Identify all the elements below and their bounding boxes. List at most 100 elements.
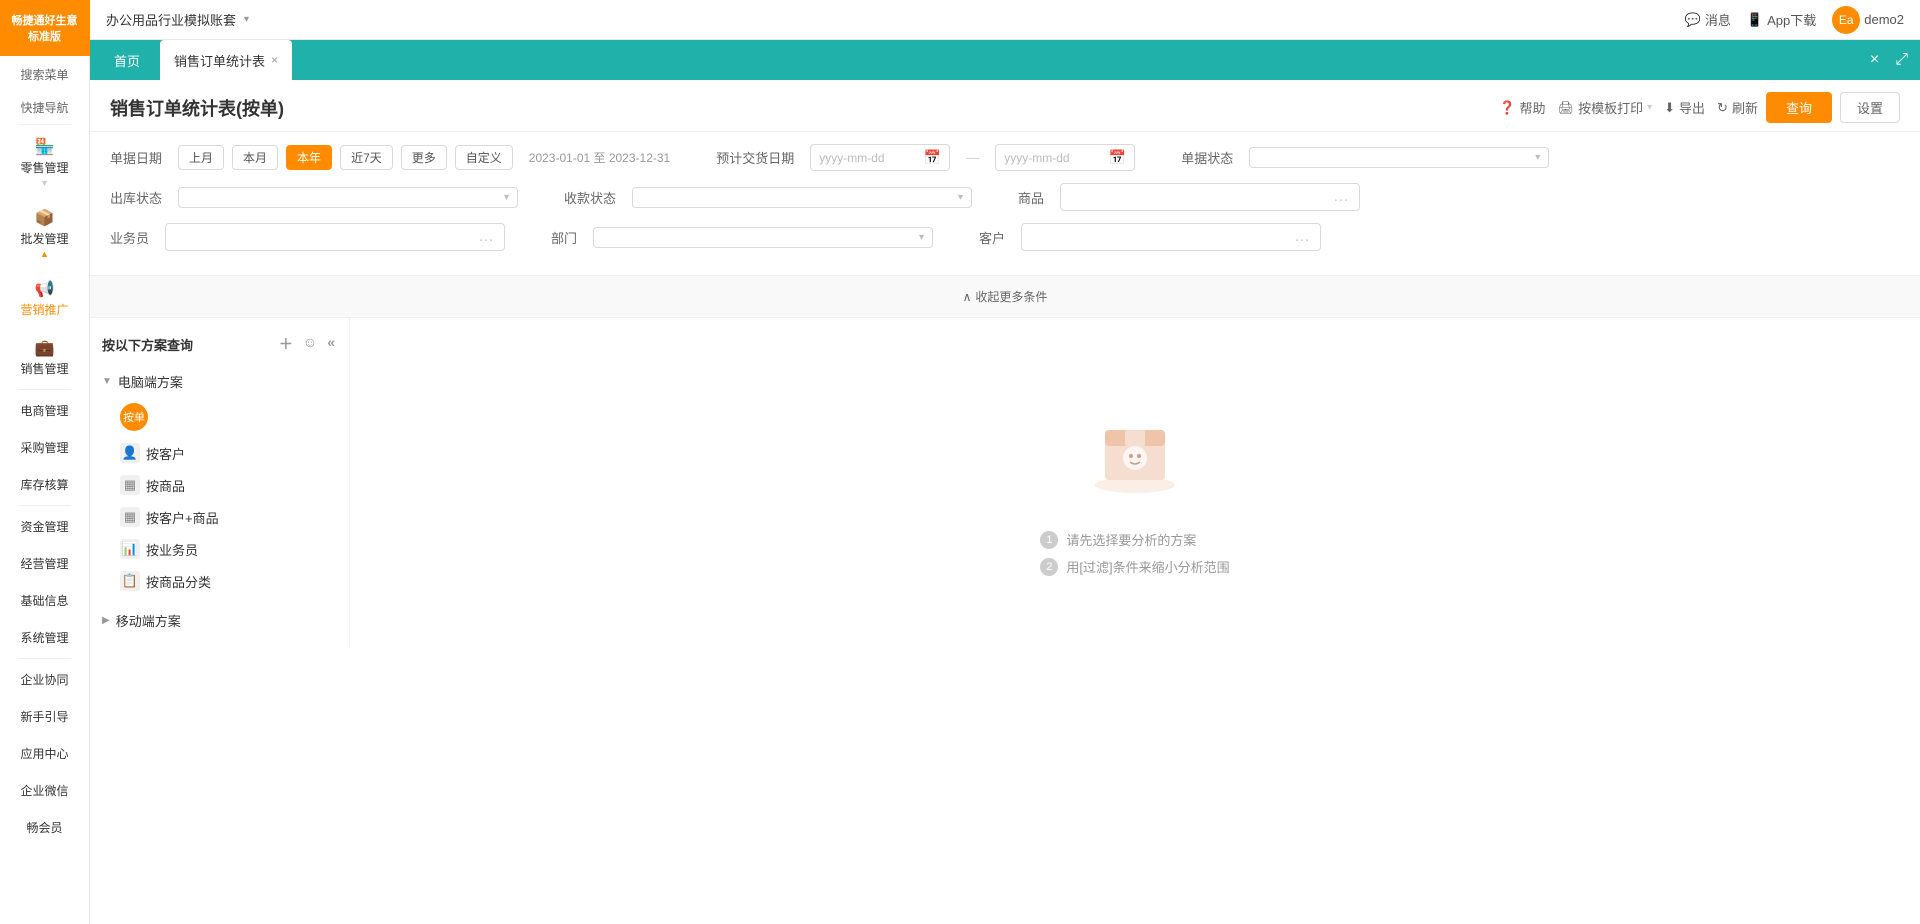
date-btn-7days[interactable]: 近7天 xyxy=(340,145,393,170)
expected-date-start[interactable]: yyyy-mm-dd 📅 xyxy=(810,144,950,171)
collect-status-select[interactable]: ▾ xyxy=(632,187,972,208)
sidebar-item-newuser[interactable]: 新手引导 xyxy=(0,698,89,735)
tab-sales-stat[interactable]: 销售订单统计表 × xyxy=(160,40,292,80)
content-area: 按以下方案查询 ＋ ☺ « ▼ 电脑端方案 xyxy=(90,318,1920,648)
sidebar-item-member-label: 畅会员 xyxy=(26,819,62,836)
sidebar-item-sales-label: 销售管理 xyxy=(20,360,68,377)
tree-child-by-goods-cat[interactable]: 📋 按商品分类 xyxy=(90,565,349,597)
tree-desktop-parent[interactable]: ▼ 电脑端方案 xyxy=(90,366,349,397)
help-action[interactable]: ❓ 帮助 xyxy=(1499,98,1545,117)
date-btn-custom[interactable]: 自定义 xyxy=(455,145,513,170)
retail-expand-icon: ▼ xyxy=(40,178,49,188)
sidebar-item-appcenter-label: 应用中心 xyxy=(20,745,68,762)
empty-state: 1 请先选择要分析的方案 2 用[过滤]条件来缩小分析范围 xyxy=(350,318,1920,648)
customer-dots-icon[interactable]: … xyxy=(1294,228,1310,246)
refresh-label: 刷新 xyxy=(1732,98,1758,117)
sidebar-item-purchase[interactable]: 采购管理 xyxy=(0,429,89,466)
wholesale-expand-icon: ▲ xyxy=(40,249,49,259)
goods-input[interactable]: … xyxy=(1060,183,1360,211)
topbar-dropdown-icon[interactable]: ▾ xyxy=(244,14,249,25)
divider4 xyxy=(18,658,71,659)
sidebar-item-ecommerce-label: 电商管理 xyxy=(20,402,68,419)
sidebar-item-member[interactable]: 畅会员 xyxy=(0,809,89,846)
sidebar-item-appcenter[interactable]: 应用中心 xyxy=(0,735,89,772)
tree-icon-salesman: 📊 xyxy=(120,539,140,559)
tree-desktop-label: 电脑端方案 xyxy=(118,372,183,391)
sidebar-item-basic[interactable]: 基础信息 xyxy=(0,582,89,619)
user-avatar: Ea xyxy=(1832,6,1860,34)
date-btn-last-month[interactable]: 上月 xyxy=(178,145,224,170)
collapse-button[interactable]: ∧ 收起更多条件 xyxy=(963,282,1048,311)
marketing-icon: 📢 xyxy=(35,279,55,299)
sidebar-item-ecommerce[interactable]: 电商管理 xyxy=(0,392,89,429)
sidebar-item-cooperation[interactable]: 企业协同 xyxy=(0,661,89,698)
collapse-label: 收起更多条件 xyxy=(975,288,1047,305)
ship-status-select[interactable]: ▾ xyxy=(178,187,518,208)
tree-icon-goods-cat: 📋 xyxy=(120,571,140,591)
query-button[interactable]: 查询 xyxy=(1766,92,1832,123)
customer-input[interactable]: … xyxy=(1021,223,1321,251)
tree-label-goods: 按商品 xyxy=(146,476,185,495)
sidebar-item-retail-label: 零售管理 xyxy=(20,159,68,176)
sidebar-item-finance-label: 资金管理 xyxy=(20,518,68,535)
setting-button[interactable]: 设置 xyxy=(1840,92,1900,123)
dept-select[interactable]: ▾ xyxy=(593,227,933,248)
tree-mobile-label: 移动端方案 xyxy=(116,611,181,630)
sidebar-item-basic-label: 基础信息 xyxy=(20,592,68,609)
page-header-actions: ❓ 帮助 🖨 按模板打印 ▾ ⬇ 导出 ↻ xyxy=(1499,98,1758,117)
help-icon: ❓ xyxy=(1499,100,1515,116)
sidebar-item-retail[interactable]: 🏪 零售管理 ▼ xyxy=(0,127,89,198)
add-scheme-icon[interactable]: ＋ xyxy=(277,332,295,356)
export-action[interactable]: ⬇ 导出 xyxy=(1664,98,1705,117)
print-dropdown-icon: ▾ xyxy=(1647,102,1652,113)
collect-status-label: 收款状态 xyxy=(564,188,616,207)
sidebar-item-marketing[interactable]: 📢 营销推广 xyxy=(0,269,89,328)
tab-maximize-btn[interactable]: ⤢ xyxy=(1891,47,1912,73)
sidebar-item-wholesale[interactable]: 📦 批发管理 ▲ xyxy=(0,198,89,269)
sidebar-item-finance[interactable]: 资金管理 xyxy=(0,508,89,545)
tree-child-by-customer-goods[interactable]: ▦ 按客户+商品 xyxy=(90,501,349,533)
tab-home[interactable]: 首页 xyxy=(98,40,156,80)
expected-date-label: 预计交货日期 xyxy=(716,148,794,167)
topbar-message[interactable]: 💬 消息 xyxy=(1685,10,1731,29)
tree-child-by-order[interactable]: 按单 xyxy=(90,397,349,437)
goods-dots-icon[interactable]: … xyxy=(1333,188,1349,206)
divider3 xyxy=(18,505,71,506)
tree-child-by-customer[interactable]: 👤 按客户 xyxy=(90,437,349,469)
tree-mobile-parent[interactable]: ▶ 移动端方案 xyxy=(90,605,349,636)
date-separator: — xyxy=(966,150,979,165)
date-filter-label: 单据日期 xyxy=(110,148,162,167)
tab-close-icon[interactable]: × xyxy=(271,53,278,67)
tree-label-customer: 按客户 xyxy=(146,444,185,463)
sidebar-item-system[interactable]: 系统管理 xyxy=(0,619,89,656)
manage-scheme-icon[interactable]: ☺ xyxy=(301,332,319,356)
date-btn-this-month[interactable]: 本月 xyxy=(232,145,278,170)
sidebar-search[interactable]: 搜索菜单 xyxy=(0,56,89,93)
topbar-appdownload[interactable]: 📱 App下载 xyxy=(1747,10,1816,29)
print-action[interactable]: 🖨 按模板打印 ▾ xyxy=(1558,98,1653,117)
export-icon: ⬇ xyxy=(1664,100,1675,116)
tree-label-salesman: 按业务员 xyxy=(146,540,198,559)
status-select[interactable]: ▾ xyxy=(1249,147,1549,168)
tab-minimize-btn[interactable]: × xyxy=(1866,47,1883,73)
sidebar-quicknav[interactable]: 快捷导航 xyxy=(0,93,89,122)
salesman-input[interactable]: … xyxy=(165,223,505,251)
sidebar-item-inventory[interactable]: 库存核算 xyxy=(0,466,89,503)
sidebar-item-wechat[interactable]: 企业微信 xyxy=(0,772,89,809)
topbar-user[interactable]: Ea demo2 xyxy=(1832,6,1904,34)
tree-child-by-salesman[interactable]: 📊 按业务员 xyxy=(90,533,349,565)
salesman-dots-icon[interactable]: … xyxy=(478,228,494,246)
refresh-action[interactable]: ↻ 刷新 xyxy=(1717,98,1758,117)
date-btn-this-year[interactable]: 本年 xyxy=(286,145,332,170)
sidebar-item-sales[interactable]: 💼 销售管理 xyxy=(0,328,89,387)
topbar-right: 💬 消息 📱 App下载 Ea demo2 xyxy=(1685,6,1904,34)
tree-section-desktop: ▼ 电脑端方案 按单 👤 按客户 xyxy=(90,362,349,601)
collapse-panel-icon[interactable]: « xyxy=(325,332,337,356)
sidebar-item-operation[interactable]: 经营管理 xyxy=(0,545,89,582)
customer-label: 客户 xyxy=(979,228,1005,247)
tree-child-by-goods[interactable]: ▦ 按商品 xyxy=(90,469,349,501)
date-btn-more[interactable]: 更多 xyxy=(401,145,447,170)
tree-desktop-toggle: ▼ xyxy=(102,376,112,387)
sidebar-item-inventory-label: 库存核算 xyxy=(20,476,68,493)
expected-date-end[interactable]: yyyy-mm-dd 📅 xyxy=(995,144,1135,171)
